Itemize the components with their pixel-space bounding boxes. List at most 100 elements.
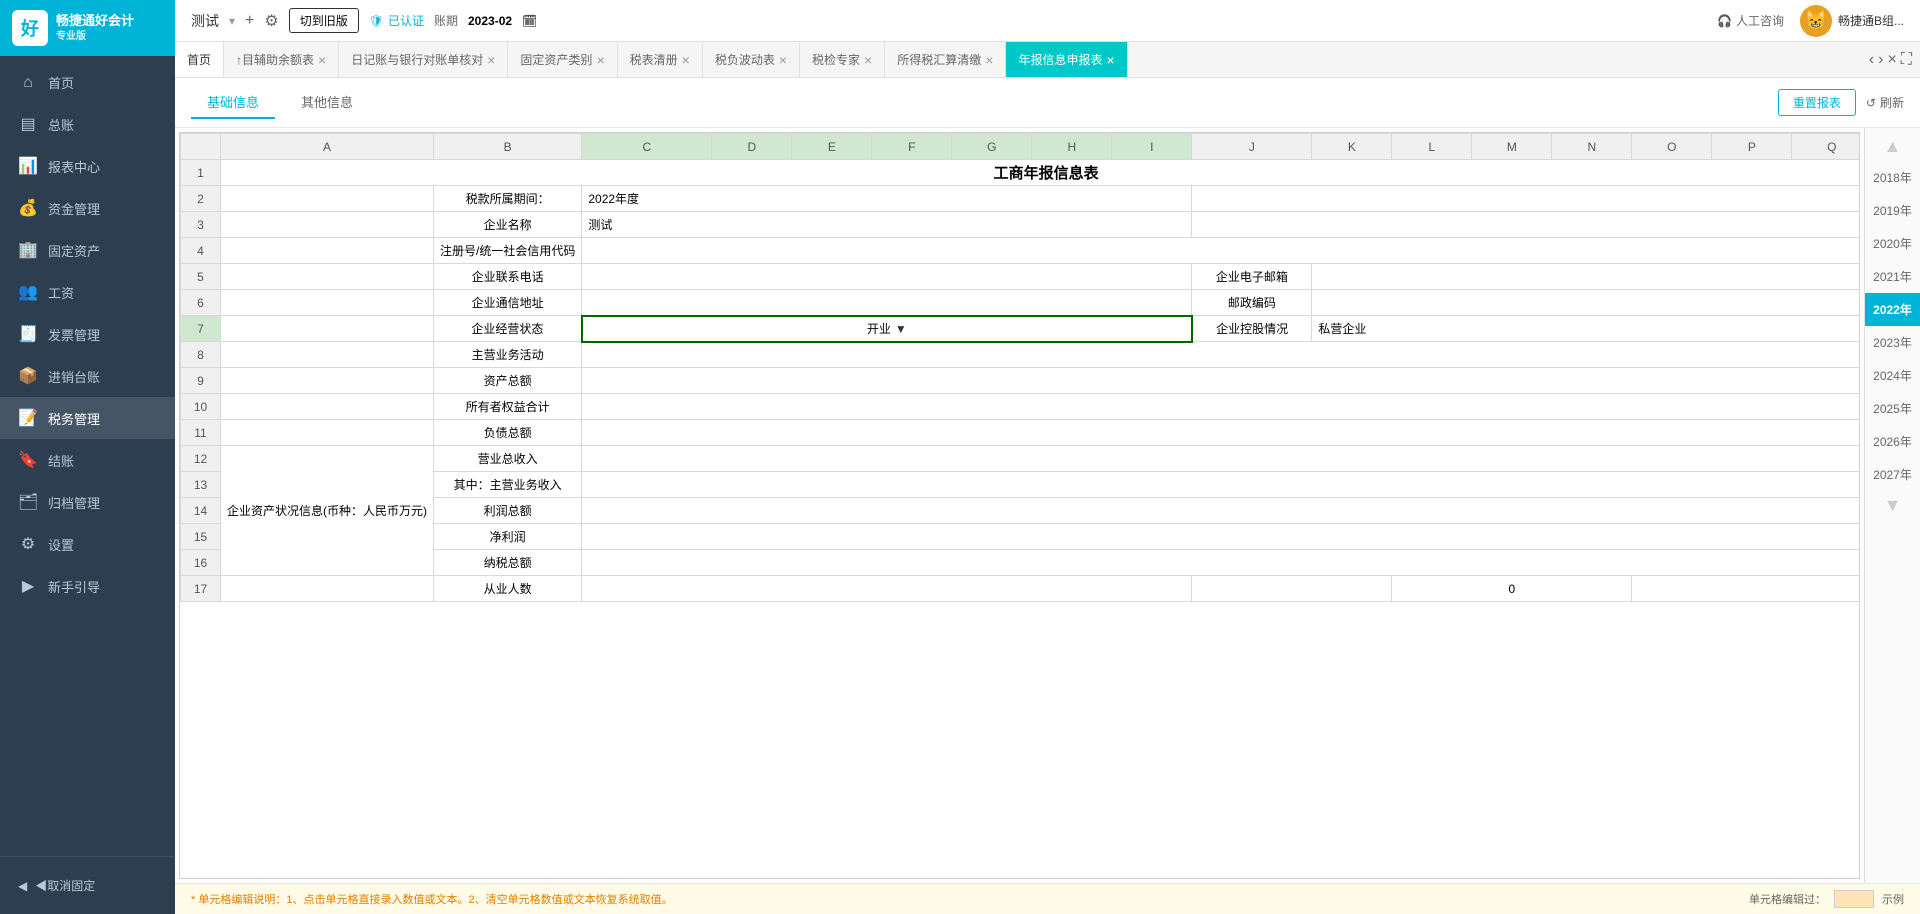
- tab-annual-report[interactable]: 年报信息申报表 ×: [1006, 42, 1127, 77]
- cell-8A[interactable]: [221, 342, 434, 368]
- row-header[interactable]: 5: [181, 264, 221, 290]
- cell-8C[interactable]: [582, 342, 1860, 368]
- tab-close-icon[interactable]: ×: [864, 52, 872, 68]
- cell-6J[interactable]: 邮政编码: [1192, 290, 1312, 316]
- sidebar-item-settle[interactable]: 🔖 结账: [0, 439, 175, 481]
- row-header[interactable]: 11: [181, 420, 221, 446]
- cell-12B[interactable]: 营业总收入: [434, 446, 582, 472]
- cell-6B[interactable]: 企业通信地址: [434, 290, 582, 316]
- sidebar-item-stock[interactable]: 📦 进销台账: [0, 355, 175, 397]
- tabs-close-icon[interactable]: ×: [1887, 51, 1896, 69]
- year-item-2026[interactable]: 2026年: [1865, 425, 1920, 458]
- year-item-2020[interactable]: 2020年: [1865, 227, 1920, 260]
- sidebar-item-guide[interactable]: ▶ 新手引导: [0, 565, 175, 607]
- tab-close-icon[interactable]: ×: [682, 52, 690, 68]
- cell-7K[interactable]: 私营企业: [1312, 316, 1860, 342]
- tab-close-icon[interactable]: ×: [779, 52, 787, 68]
- cell-12C[interactable]: [582, 446, 1860, 472]
- settings-icon[interactable]: ⚙: [264, 11, 278, 31]
- tab-tax-wave[interactable]: 税负波动表 ×: [703, 42, 800, 77]
- cell-2J[interactable]: [1192, 186, 1860, 212]
- tab-close-icon[interactable]: ×: [985, 52, 993, 68]
- sidebar-item-report[interactable]: 📊 报表中心: [0, 145, 175, 187]
- cell-9A[interactable]: [221, 368, 434, 394]
- col-header-E[interactable]: E: [792, 134, 872, 160]
- cell-4B[interactable]: 注册号/统一社会信用代码: [434, 238, 582, 264]
- switch-old-button[interactable]: 切到旧版: [289, 8, 359, 33]
- col-header-H[interactable]: H: [1032, 134, 1112, 160]
- pin-sidebar-button[interactable]: ◀ ◀取消固定: [0, 867, 175, 904]
- col-header-B[interactable]: B: [434, 134, 582, 160]
- col-header-F[interactable]: F: [872, 134, 952, 160]
- cell-6C[interactable]: [582, 290, 1192, 316]
- spreadsheet-container[interactable]: A B C D E F G H I J K L M: [179, 132, 1860, 879]
- cell-17A[interactable]: [221, 576, 434, 602]
- cell-15C[interactable]: [582, 524, 1860, 550]
- cell-17J[interactable]: [1192, 576, 1392, 602]
- col-header-Q[interactable]: Q: [1792, 134, 1860, 160]
- cell-14C[interactable]: [582, 498, 1860, 524]
- cell-4C[interactable]: [582, 238, 1860, 264]
- cell-5C[interactable]: [582, 264, 1192, 290]
- tab-close-icon[interactable]: ×: [1106, 52, 1114, 68]
- row-header[interactable]: 16: [181, 550, 221, 576]
- cell-5A[interactable]: [221, 264, 434, 290]
- cell-3J[interactable]: [1192, 212, 1860, 238]
- cell-5K[interactable]: [1312, 264, 1860, 290]
- cell-5B[interactable]: 企业联系电话: [434, 264, 582, 290]
- service-button[interactable]: 🎧 人工咨询: [1717, 12, 1784, 29]
- cell-7B[interactable]: 企业经营状态: [434, 316, 582, 342]
- tab-close-icon[interactable]: ×: [318, 52, 326, 68]
- row-header[interactable]: 13: [181, 472, 221, 498]
- sub-tab-basic[interactable]: 基础信息: [191, 86, 275, 119]
- tab-tax-check[interactable]: 税检专家 ×: [800, 42, 885, 77]
- row-header[interactable]: 1: [181, 160, 221, 186]
- row-header[interactable]: 9: [181, 368, 221, 394]
- sidebar-item-ledger[interactable]: ▤ 总账: [0, 103, 175, 145]
- col-header-O[interactable]: O: [1632, 134, 1712, 160]
- cell-16B[interactable]: 纳税总额: [434, 550, 582, 576]
- cell-2C[interactable]: 2022年度: [582, 186, 1192, 212]
- col-header-D[interactable]: D: [712, 134, 792, 160]
- cell-14B[interactable]: 利润总额: [434, 498, 582, 524]
- tab-close-icon[interactable]: ×: [596, 52, 604, 68]
- tab-home[interactable]: 首页: [175, 42, 224, 77]
- cell-11B[interactable]: 负债总额: [434, 420, 582, 446]
- sidebar-item-home[interactable]: ⌂ 首页: [0, 62, 175, 103]
- row-header[interactable]: 8: [181, 342, 221, 368]
- year-item-2024[interactable]: 2024年: [1865, 359, 1920, 392]
- calendar-icon[interactable]: 🗓: [522, 14, 537, 28]
- year-item-2025[interactable]: 2025年: [1865, 392, 1920, 425]
- row-header[interactable]: 15: [181, 524, 221, 550]
- cell-8B[interactable]: 主营业务活动: [434, 342, 582, 368]
- tabs-prev-icon[interactable]: ‹: [1869, 51, 1874, 69]
- col-header-I[interactable]: I: [1112, 134, 1192, 160]
- cell-17K[interactable]: 0: [1392, 576, 1632, 602]
- cell-16C[interactable]: [582, 550, 1860, 576]
- cell-5J[interactable]: 企业电子邮箱: [1192, 264, 1312, 290]
- cell-11A[interactable]: [221, 420, 434, 446]
- cell-10B[interactable]: 所有者权益合计: [434, 394, 582, 420]
- tab-aux-balance[interactable]: ↑目辅助余额表 ×: [224, 42, 339, 77]
- sidebar-item-invoice[interactable]: 🧾 发票管理: [0, 313, 175, 355]
- cell-9C[interactable]: [582, 368, 1860, 394]
- year-item-2023[interactable]: 2023年: [1865, 326, 1920, 359]
- cell-7J[interactable]: 企业控股情况: [1192, 316, 1312, 342]
- sidebar-item-fixed[interactable]: 🏢 固定资产: [0, 229, 175, 271]
- cell-3A[interactable]: [221, 212, 434, 238]
- col-header-G[interactable]: G: [952, 134, 1032, 160]
- cell-7A[interactable]: [221, 316, 434, 342]
- cell-10C[interactable]: [582, 394, 1860, 420]
- sidebar-item-tax[interactable]: 📝 税务管理: [0, 397, 175, 439]
- year-item-2019[interactable]: 2019年: [1865, 194, 1920, 227]
- dropdown-arrow-icon[interactable]: ▼: [895, 322, 907, 336]
- cell-12A-group[interactable]: 企业资产状况信息(币种：人民币万元): [221, 446, 434, 576]
- cell-15B[interactable]: 净利润: [434, 524, 582, 550]
- tab-journal[interactable]: 日记账与银行对账单核对 ×: [339, 42, 508, 77]
- sidebar-item-archive[interactable]: 🗂 归档管理: [0, 481, 175, 523]
- cell-9B[interactable]: 资产总额: [434, 368, 582, 394]
- year-item-2022[interactable]: 2022年: [1865, 293, 1920, 326]
- cell-13B[interactable]: 其中：主营业务收入: [434, 472, 582, 498]
- title-cell[interactable]: 工商年报信息表: [221, 160, 1861, 186]
- sidebar-item-fund[interactable]: 💰 资金管理: [0, 187, 175, 229]
